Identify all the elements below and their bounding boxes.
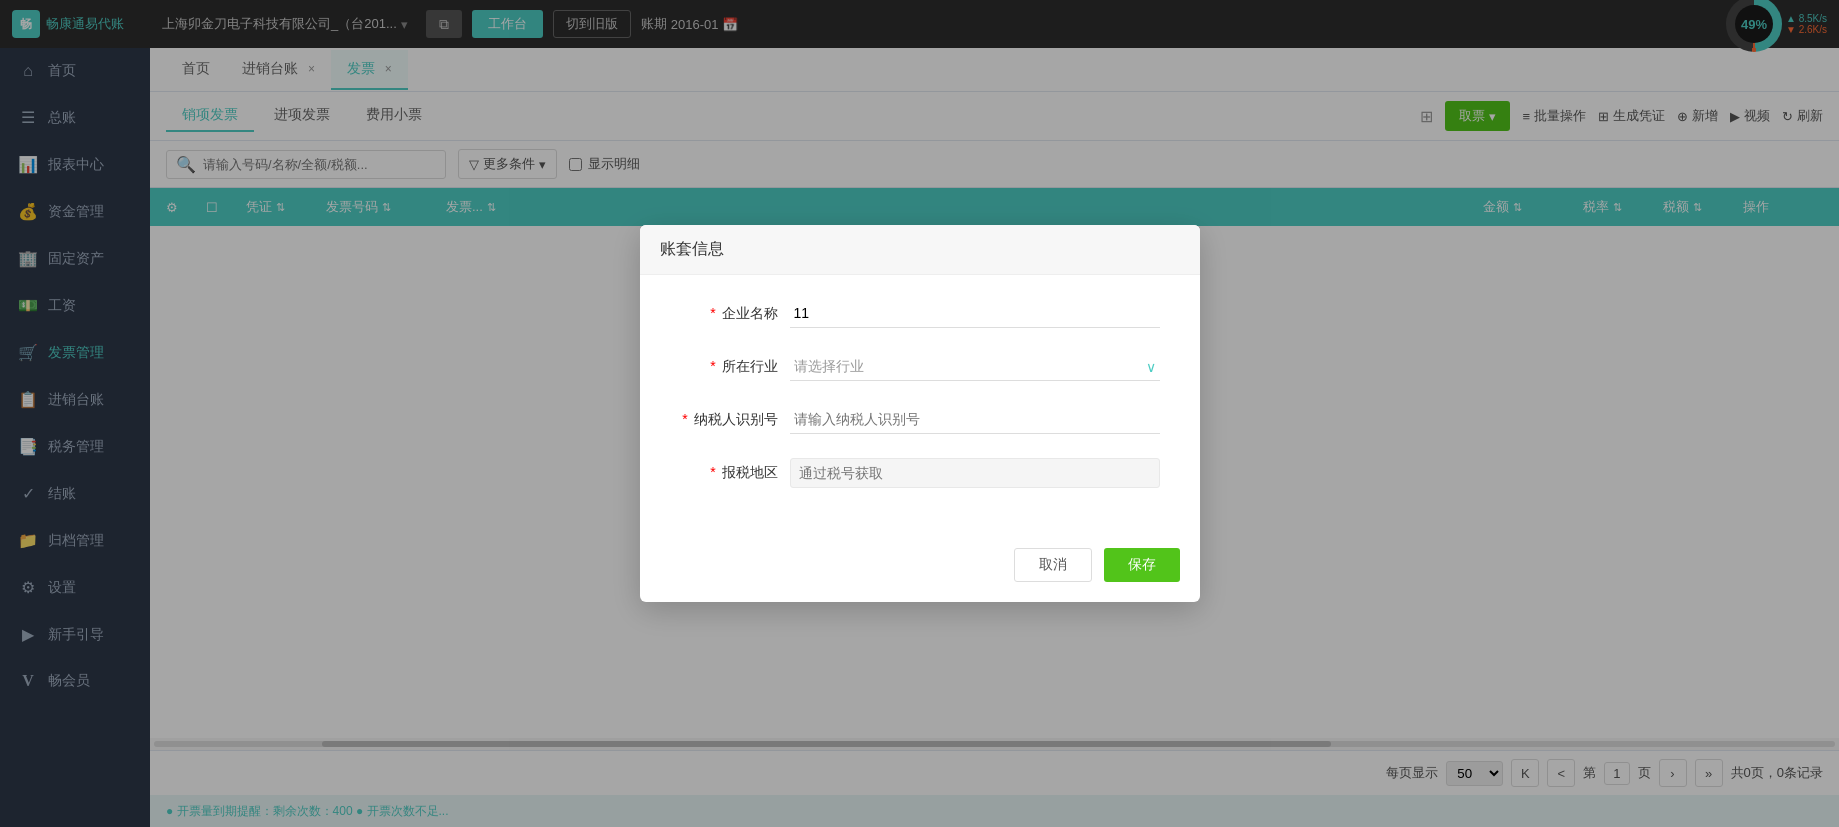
- dialog-body: * 企业名称 * 所在行业 请选择行业 ∨: [640, 275, 1200, 536]
- tax-region-input: [790, 458, 1160, 488]
- industry-select[interactable]: 请选择行业: [790, 352, 1160, 381]
- industry-label: * 所在行业: [680, 358, 790, 376]
- account-info-dialog: 账套信息 * 企业名称 * 所在行业 请选择行业: [640, 225, 1200, 602]
- dialog-footer: 取消 保存: [640, 536, 1200, 602]
- select-dropdown-icon: ∨: [1146, 359, 1156, 375]
- tax-id-row: * 纳税人识别号: [680, 405, 1160, 434]
- company-name-input[interactable]: [790, 299, 1160, 328]
- industry-row: * 所在行业 请选择行业 ∨: [680, 352, 1160, 381]
- tax-region-row: * 报税地区: [680, 458, 1160, 488]
- dialog-title: 账套信息: [640, 225, 1200, 275]
- company-name-row: * 企业名称: [680, 299, 1160, 328]
- modal-overlay: 账套信息 * 企业名称 * 所在行业 请选择行业: [0, 0, 1839, 827]
- required-star: *: [710, 464, 715, 480]
- company-name-label: * 企业名称: [680, 305, 790, 323]
- required-star: *: [710, 305, 715, 321]
- save-button[interactable]: 保存: [1104, 548, 1180, 582]
- industry-select-wrap: 请选择行业 ∨: [790, 352, 1160, 381]
- tax-id-input[interactable]: [790, 405, 1160, 434]
- tax-id-label: * 纳税人识别号: [680, 411, 790, 429]
- cancel-button[interactable]: 取消: [1014, 548, 1092, 582]
- required-star: *: [710, 358, 715, 374]
- required-star: *: [682, 411, 687, 427]
- tax-region-label: * 报税地区: [680, 464, 790, 482]
